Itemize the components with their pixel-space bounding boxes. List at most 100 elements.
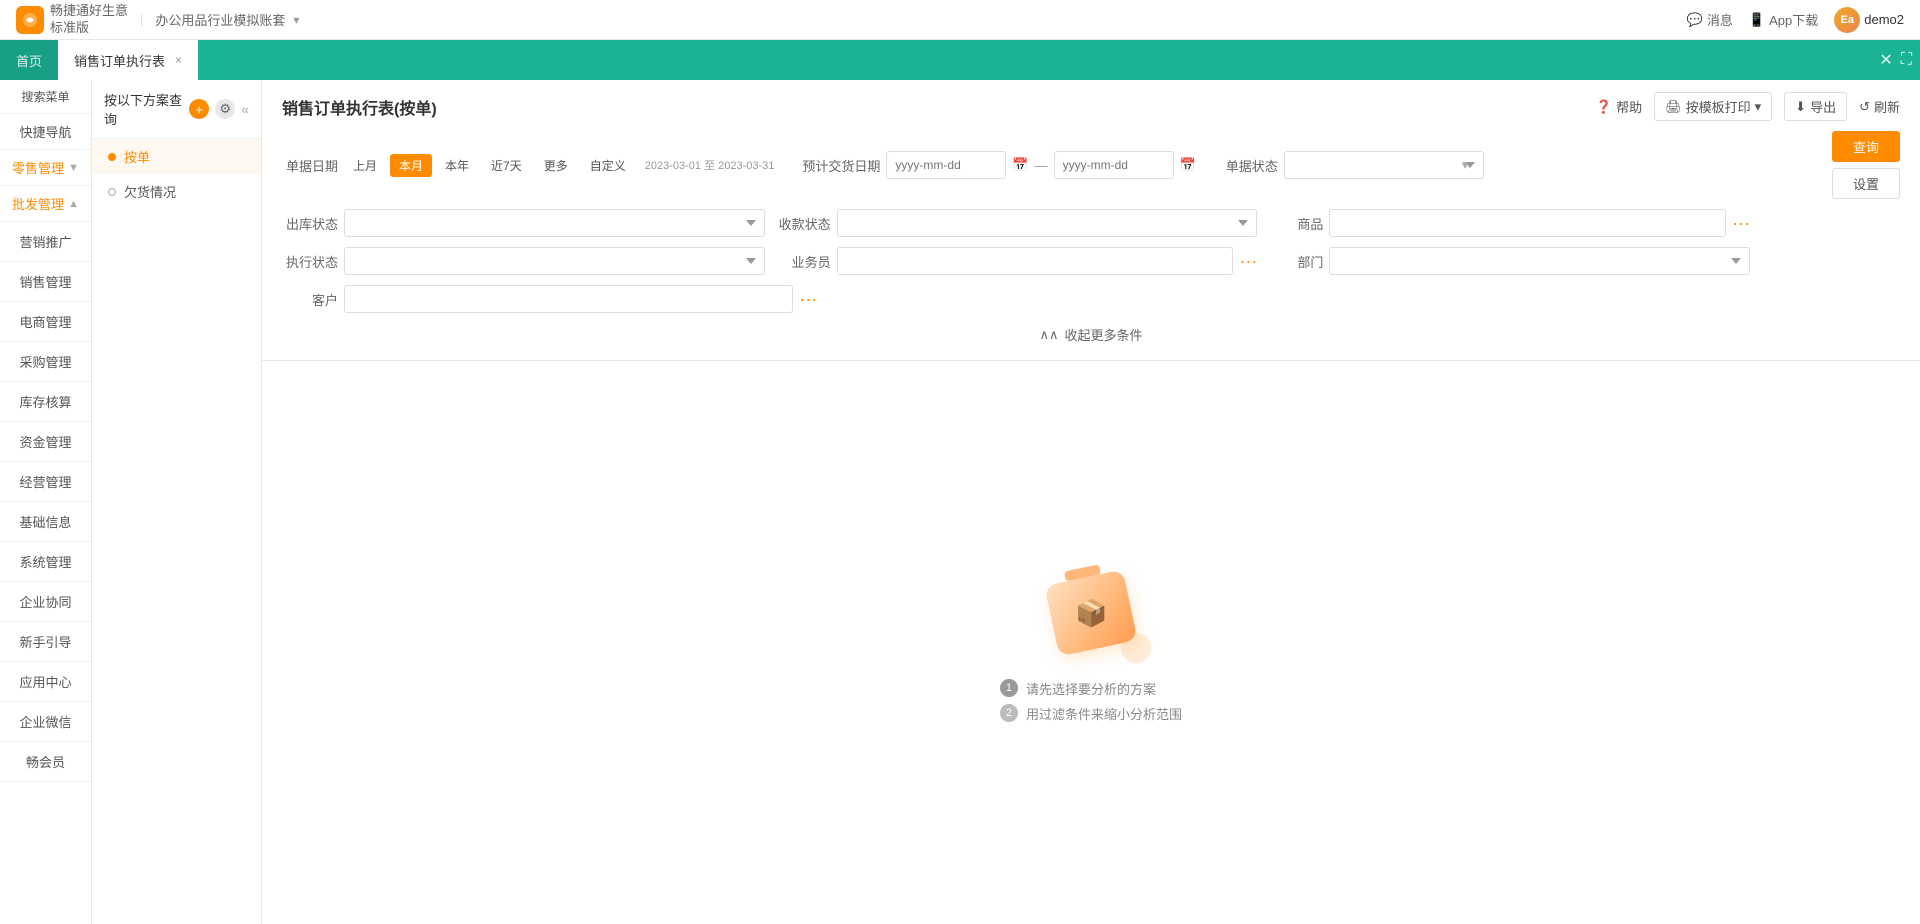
sidebar-item-purchase[interactable]: 采购管理 bbox=[0, 342, 91, 382]
sidebar-item-wholesale-label: 批发管理 bbox=[12, 194, 64, 213]
date-tab-7days[interactable]: 近7天 bbox=[482, 154, 531, 177]
print-button[interactable]: 🖨 按模板打印 ▾ bbox=[1654, 92, 1772, 121]
sub-sidebar-item-by-order-label: 按单 bbox=[124, 147, 150, 166]
collapse-subsidebar-icon[interactable]: « bbox=[241, 101, 249, 117]
sidebar-item-operations-label: 经营管理 bbox=[19, 472, 71, 491]
empty-box-emoji: 📦 bbox=[1075, 597, 1107, 628]
sidebar-item-sales[interactable]: 销售管理 bbox=[0, 262, 91, 302]
action-buttons: 查询 设置 bbox=[1832, 131, 1900, 199]
predict-date-label: 预计交货日期 bbox=[800, 156, 880, 175]
page-header-actions: ❓ 帮助 🖨 按模板打印 ▾ ⬇ 导出 bbox=[1596, 92, 1900, 121]
sidebar-item-collab[interactable]: 企业协同 bbox=[0, 582, 91, 622]
predict-date-end-input[interactable] bbox=[1054, 151, 1174, 179]
active-dot-icon bbox=[108, 153, 116, 161]
collapse-more-button[interactable]: ∧∧ 收起更多条件 bbox=[282, 319, 1900, 350]
predict-date-start-input[interactable] bbox=[886, 151, 1006, 179]
sidebar-item-system[interactable]: 系统管理 bbox=[0, 542, 91, 582]
sidebar-item-appstore[interactable]: 应用中心 bbox=[0, 662, 91, 702]
date-tab-this-year[interactable]: 本年 bbox=[436, 154, 478, 177]
salesman-more-icon[interactable]: ··· bbox=[1239, 251, 1257, 272]
sub-sidebar-item-shortage[interactable]: 欠货情况 bbox=[92, 174, 261, 209]
sub-sidebar-title: 按以下方案查询 bbox=[104, 90, 189, 128]
sidebar-item-retail[interactable]: 零售管理 ▼ bbox=[0, 150, 91, 186]
filter-section: 单据日期 上月 本月 本年 近7天 更多 自定义 2023-03-01 至 20… bbox=[282, 131, 1900, 360]
set-button[interactable]: 设置 bbox=[1832, 168, 1900, 199]
refresh-button[interactable]: ↺ 刷新 bbox=[1859, 97, 1900, 116]
tab-close-icon[interactable]: × bbox=[175, 53, 182, 67]
sub-sidebar-header: 按以下方案查询 + ⚙ « bbox=[92, 80, 261, 139]
salesman-label: 业务员 bbox=[775, 252, 831, 271]
sidebar-item-operations[interactable]: 经营管理 bbox=[0, 462, 91, 502]
date-range-text: 2023-03-01 至 2023-03-31 bbox=[645, 157, 775, 173]
sidebar-item-ecommerce[interactable]: 电商管理 bbox=[0, 302, 91, 342]
collect-status-select[interactable] bbox=[837, 209, 1258, 237]
settings-scheme-button[interactable]: ⚙ bbox=[215, 99, 235, 119]
sidebar-item-inventory[interactable]: 库存核算 bbox=[0, 382, 91, 422]
exec-status-select[interactable] bbox=[344, 247, 765, 275]
exec-status-label: 执行状态 bbox=[282, 252, 338, 271]
collect-status-label: 收款状态 bbox=[775, 214, 831, 233]
main-layout: 搜索菜单 快捷导航 零售管理 ▼ 批发管理 ▲ 营销推广 销售管理 电商管理 采… bbox=[0, 80, 1920, 924]
help-button[interactable]: ❓ 帮助 bbox=[1596, 97, 1642, 116]
app-icon: 📱 bbox=[1749, 12, 1765, 28]
filter-exec-status-group: 执行状态 bbox=[282, 247, 765, 275]
sidebar-item-wholesale[interactable]: 批发管理 ▲ bbox=[0, 186, 91, 222]
sidebar-item-finance[interactable]: 资金管理 bbox=[0, 422, 91, 462]
sidebar-item-basic-info-label: 基础信息 bbox=[19, 512, 71, 531]
breadcrumb-arrow-icon: ▾ bbox=[293, 13, 299, 27]
user-area[interactable]: Ea demo2 bbox=[1834, 7, 1904, 33]
out-status-select[interactable] bbox=[344, 209, 765, 237]
sidebar-item-wechat[interactable]: 企业微信 bbox=[0, 702, 91, 742]
sub-sidebar-actions: + ⚙ « bbox=[189, 99, 249, 119]
out-status-label: 出库状态 bbox=[282, 214, 338, 233]
dept-select[interactable] bbox=[1329, 247, 1750, 275]
filter-row-2: 出库状态 收款状态 商品 ··· bbox=[282, 209, 1900, 237]
tab-expand-icon[interactable]: ⛶ bbox=[1901, 51, 1912, 69]
tab-active[interactable]: 销售订单执行表 × bbox=[58, 40, 198, 80]
goods-input[interactable] bbox=[1329, 209, 1726, 237]
sidebar-item-inventory-label: 库存核算 bbox=[19, 392, 71, 411]
date-tab-last-month[interactable]: 上月 bbox=[344, 154, 386, 177]
sub-sidebar-item-by-order[interactable]: 按单 bbox=[92, 139, 261, 174]
date-tab-this-month[interactable]: 本月 bbox=[390, 154, 432, 177]
export-button[interactable]: ⬇ 导出 bbox=[1784, 92, 1847, 121]
salesman-input[interactable] bbox=[837, 247, 1234, 275]
inactive-dot-icon bbox=[108, 188, 116, 196]
sidebar-item-marketing[interactable]: 营销推广 bbox=[0, 222, 91, 262]
tip-num-2: 2 bbox=[1000, 704, 1018, 722]
page-header-top: 销售订单执行表(按单) ❓ 帮助 🖨 按模板打印 ▾ bbox=[282, 92, 1900, 121]
add-scheme-button[interactable]: + bbox=[189, 99, 209, 119]
sidebar-item-retail-arrow-icon: ▼ bbox=[68, 162, 79, 174]
sidebar-item-marketing-label: 营销推广 bbox=[19, 232, 71, 251]
customer-label: 客户 bbox=[282, 290, 338, 309]
logo-area: 畅捷通好生意 标准版 bbox=[16, 3, 128, 37]
message-icon: 💬 bbox=[1687, 12, 1703, 28]
filter-row-4: 客户 ··· bbox=[282, 285, 1900, 313]
goods-more-icon[interactable]: ··· bbox=[1732, 213, 1750, 234]
sidebar-quick-nav[interactable]: 快捷导航 bbox=[0, 114, 91, 150]
date-tab-more[interactable]: 更多 bbox=[535, 154, 577, 177]
date-tab-custom[interactable]: 自定义 bbox=[581, 154, 635, 177]
message-action[interactable]: 💬 消息 bbox=[1687, 10, 1733, 29]
sidebar-search[interactable]: 搜索菜单 bbox=[0, 80, 91, 114]
sidebar-search-label[interactable]: 搜索菜单 bbox=[6, 88, 85, 105]
bill-status-select[interactable] bbox=[1284, 151, 1484, 179]
print-arrow-icon: ▾ bbox=[1755, 99, 1762, 115]
sidebar-item-member[interactable]: 畅会员 bbox=[0, 742, 91, 782]
tip-num-1: 1 bbox=[1000, 679, 1018, 697]
query-button[interactable]: 查询 bbox=[1832, 131, 1900, 162]
tab-close-window-icon[interactable]: ✕ bbox=[1879, 50, 1892, 70]
sidebar-item-basic-info[interactable]: 基础信息 bbox=[0, 502, 91, 542]
tab-home[interactable]: 首页 bbox=[0, 40, 58, 80]
customer-more-icon[interactable]: ··· bbox=[799, 289, 817, 310]
sidebar-item-newbie[interactable]: 新手引导 bbox=[0, 622, 91, 662]
app-download-action[interactable]: 📱 App下载 bbox=[1749, 10, 1818, 29]
empty-deco-circle bbox=[1121, 633, 1151, 663]
sidebar-item-retail-label: 零售管理 bbox=[12, 158, 64, 177]
tip-text-2: 用过滤条件来缩小分析范围 bbox=[1026, 704, 1182, 723]
customer-input[interactable] bbox=[344, 285, 793, 313]
main-panel: 销售订单执行表(按单) ❓ 帮助 🖨 按模板打印 ▾ bbox=[262, 80, 1920, 924]
sidebar-item-finance-label: 资金管理 bbox=[19, 432, 71, 451]
sidebar-item-wholesale-arrow-icon: ▲ bbox=[68, 198, 79, 210]
logo-text: 畅捷通好生意 标准版 bbox=[50, 3, 128, 37]
